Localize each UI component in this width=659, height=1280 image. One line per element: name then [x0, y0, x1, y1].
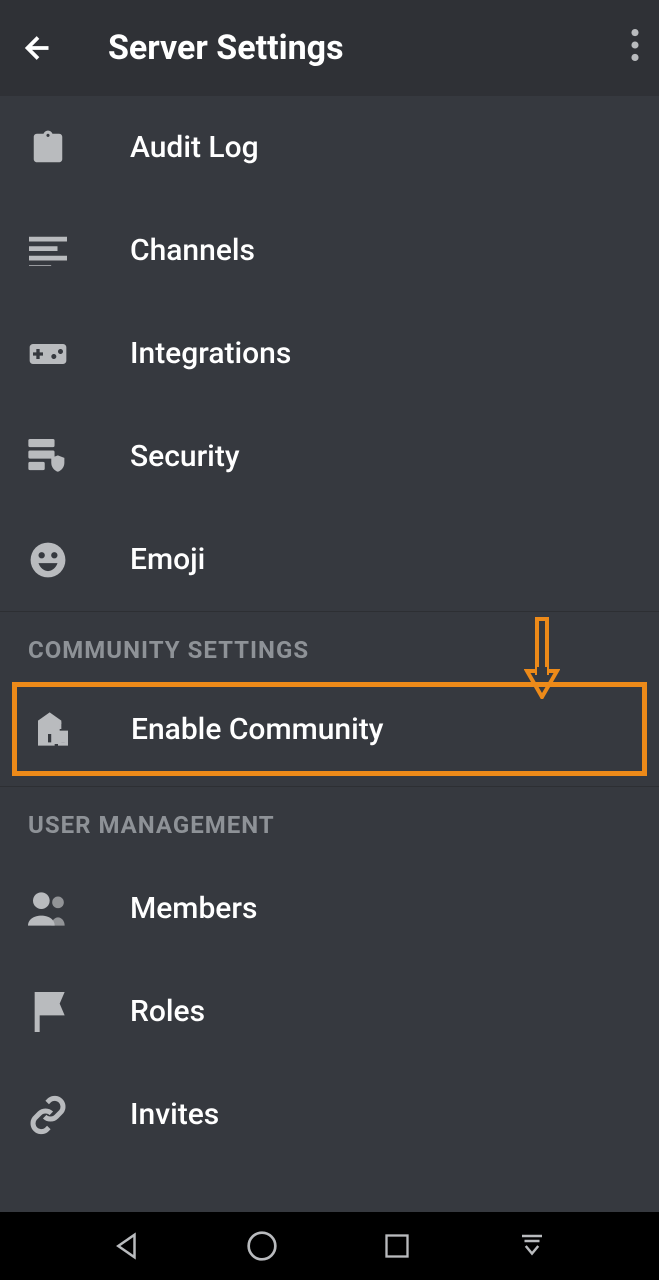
menu-item-label: Channels	[130, 233, 255, 268]
emoji-icon	[28, 540, 68, 580]
flag-icon	[28, 992, 68, 1032]
menu-item-label: Roles	[130, 994, 205, 1029]
menu-item-label: Invites	[130, 1097, 219, 1132]
back-arrow-icon	[20, 30, 56, 66]
menu-item-channels[interactable]: Channels	[0, 199, 659, 302]
nav-recents-button[interactable]	[377, 1226, 417, 1266]
link-icon	[28, 1095, 68, 1135]
square-recents-icon	[383, 1232, 411, 1260]
menu-item-roles[interactable]: Roles	[0, 960, 659, 1063]
gamepad-icon	[28, 334, 68, 374]
users-icon	[28, 889, 68, 929]
more-vertical-icon	[631, 29, 639, 61]
menu-item-security[interactable]: Security	[0, 405, 659, 508]
clipboard-icon	[28, 128, 68, 168]
settings-list: Audit Log Channels Integrations Security…	[0, 96, 659, 1166]
circle-home-icon	[246, 1230, 278, 1262]
menu-item-label: Members	[130, 891, 257, 926]
menu-item-emoji[interactable]: Emoji	[0, 508, 659, 611]
annotation-arrow-icon	[524, 617, 560, 699]
menu-item-integrations[interactable]: Integrations	[0, 302, 659, 405]
buildings-icon	[33, 709, 73, 749]
header-bar: Server Settings	[0, 0, 659, 96]
back-button[interactable]	[20, 30, 68, 66]
menu-item-label: Integrations	[130, 336, 291, 371]
nav-dropdown-button[interactable]	[512, 1226, 552, 1266]
menu-item-members[interactable]: Members	[0, 857, 659, 960]
list-icon	[28, 231, 68, 271]
nav-back-button[interactable]	[107, 1226, 147, 1266]
menu-item-audit-log[interactable]: Audit Log	[0, 96, 659, 199]
menu-item-label: Emoji	[130, 542, 205, 577]
menu-item-label: Audit Log	[130, 130, 259, 165]
overflow-menu-button[interactable]	[631, 29, 639, 68]
android-nav-bar	[0, 1212, 659, 1280]
page-title: Server Settings	[108, 28, 344, 68]
download-dropdown-icon	[517, 1231, 547, 1261]
section-header-user-management: USER MANAGEMENT	[0, 786, 659, 857]
section-header-community: COMMUNITY SETTINGS	[0, 611, 659, 682]
server-shield-icon	[28, 437, 68, 477]
menu-item-label: Security	[130, 439, 240, 474]
triangle-back-icon	[112, 1231, 142, 1261]
menu-item-label: Enable Community	[131, 712, 383, 747]
menu-item-invites[interactable]: Invites	[0, 1063, 659, 1166]
nav-home-button[interactable]	[242, 1226, 282, 1266]
